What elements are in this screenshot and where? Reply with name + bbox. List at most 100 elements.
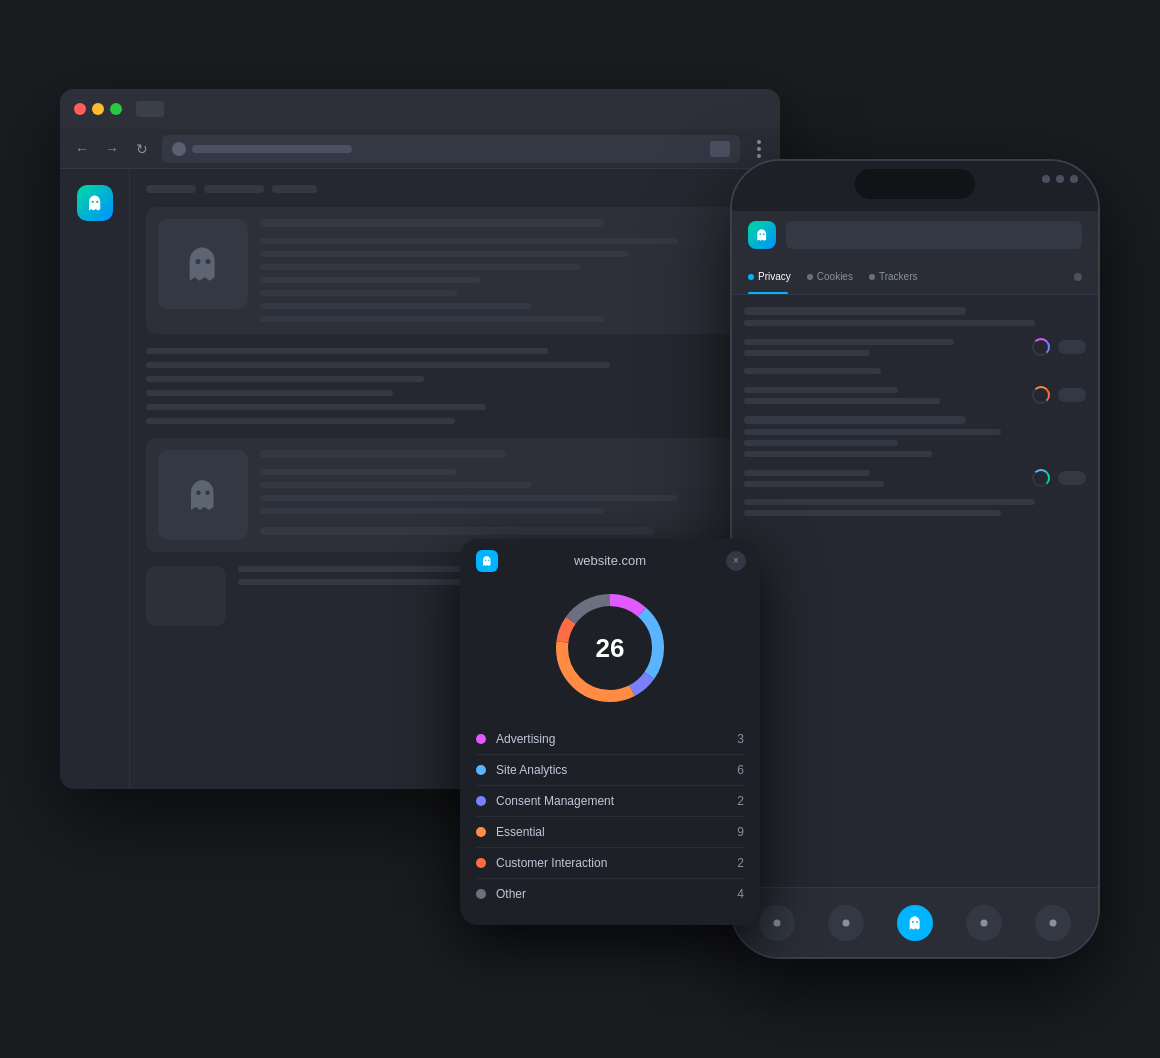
ghost-favicon — [172, 142, 186, 156]
maximize-button[interactable] — [110, 103, 122, 115]
list-item-consent[interactable]: Consent Management 2 — [476, 785, 744, 816]
browser-titlebar — [60, 89, 780, 129]
content-block-1 — [146, 207, 764, 334]
content-card-2 — [146, 438, 764, 552]
tabs-more-dot — [1074, 273, 1082, 281]
list-item-essential[interactable]: Essential 9 — [476, 816, 744, 847]
tab-active-underline — [748, 292, 788, 294]
skeleton-bar — [146, 418, 455, 424]
phone-notch-area — [732, 161, 1098, 211]
phone-status-icons — [1042, 175, 1078, 183]
phone-notch — [855, 169, 975, 199]
skeleton-bar — [260, 277, 481, 283]
skeleton-bar — [744, 416, 966, 424]
phone-ghost-svg — [755, 228, 769, 242]
skeleton-bar — [744, 470, 870, 476]
skeleton-bar — [146, 348, 548, 354]
skeleton-bar — [260, 316, 604, 322]
toggle-label-group-2 — [744, 387, 1024, 404]
content-card-1 — [146, 207, 764, 334]
customer-count: 2 — [737, 856, 744, 870]
popup-header: website.com × — [460, 539, 760, 578]
skeleton-bar — [744, 350, 870, 356]
skeleton-group-2 — [146, 348, 764, 424]
skeleton-bar — [146, 404, 486, 410]
skeleton-bar — [260, 527, 654, 535]
skeleton-bar — [744, 320, 1035, 326]
ghost-placeholder-1 — [158, 219, 248, 309]
toggle-switch-2[interactable] — [1058, 388, 1086, 402]
advertising-label: Advertising — [496, 732, 737, 746]
tab-privacy[interactable]: Privacy — [748, 271, 791, 282]
skeleton-bar — [744, 387, 898, 393]
tab-cookies[interactable]: Cookies — [807, 271, 853, 282]
nav-icon-1 — [770, 916, 784, 930]
browser-toolbar: ← → ↻ — [60, 129, 780, 169]
back-button[interactable]: ← — [72, 139, 92, 159]
skeleton-bar — [744, 451, 932, 457]
skeleton-bar — [744, 510, 1001, 516]
menu-dot — [757, 154, 761, 158]
menu-dot — [757, 147, 761, 151]
toggle-row-3 — [744, 467, 1086, 489]
status-dot — [1070, 175, 1078, 183]
toggle-switch-3[interactable] — [1058, 471, 1086, 485]
skeleton-bar — [260, 508, 604, 514]
tab-trackers[interactable]: Trackers — [869, 271, 918, 282]
essential-count: 9 — [737, 825, 744, 839]
nav-item-1[interactable] — [759, 905, 795, 941]
svg-point-3 — [1050, 919, 1057, 926]
nav-item-ghost[interactable] — [897, 905, 933, 941]
forward-button[interactable]: → — [102, 139, 122, 159]
phone-address-bar[interactable] — [786, 221, 1082, 249]
skeleton-bar — [744, 499, 1035, 505]
nav-item-5[interactable] — [1035, 905, 1071, 941]
list-item-customer[interactable]: Customer Interaction 2 — [476, 847, 744, 878]
tab-skeleton — [204, 185, 264, 193]
skeleton-bar — [744, 339, 954, 345]
skeleton-bar — [260, 219, 604, 227]
phone-section-1 — [744, 307, 1086, 326]
close-button[interactable] — [74, 103, 86, 115]
list-item-advertising[interactable]: Advertising 3 — [476, 724, 744, 754]
minimize-button[interactable] — [92, 103, 104, 115]
list-item-other[interactable]: Other 4 — [476, 878, 744, 909]
skeleton-bar — [744, 481, 884, 487]
popup-card: website.com × — [460, 539, 760, 925]
phone-content: Privacy Cookies Trackers — [732, 211, 1098, 887]
toggle-switch-1[interactable] — [1058, 340, 1086, 354]
skeleton-bar — [744, 398, 940, 404]
popup-ghost-logo — [476, 550, 498, 572]
tab-skeleton — [272, 185, 317, 193]
skeleton-bar — [260, 238, 678, 244]
address-bar[interactable] — [162, 135, 740, 163]
ghost-logo[interactable] — [77, 185, 113, 221]
phone-header — [732, 211, 1098, 259]
consent-label: Consent Management — [496, 794, 737, 808]
skeleton-lines-1 — [260, 219, 752, 322]
nav-item-2[interactable] — [828, 905, 864, 941]
loading-spinner-2 — [1032, 386, 1050, 404]
skeleton-bar — [260, 290, 457, 296]
skeleton-bar — [260, 450, 506, 458]
phone-frame: Privacy Cookies Trackers — [730, 159, 1100, 959]
toggle-label-group-3 — [744, 470, 1024, 487]
nav-item-4[interactable] — [966, 905, 1002, 941]
toggle-row-2 — [744, 384, 1086, 406]
browser-menu-button[interactable] — [750, 140, 768, 158]
window-tab-btn — [136, 101, 164, 117]
content-card-small — [146, 566, 226, 626]
tabs-row — [146, 185, 764, 193]
loading-spinner-3 — [1032, 469, 1050, 487]
phone-ghost-logo[interactable] — [748, 221, 776, 249]
ghost-placeholder-icon-2 — [185, 477, 221, 513]
consent-count: 2 — [737, 794, 744, 808]
popup-close-button[interactable]: × — [726, 551, 746, 571]
ghost-svg-icon — [86, 194, 104, 212]
scene: ← → ↻ — [30, 39, 1130, 1019]
skeleton-lines-2 — [260, 450, 752, 540]
list-item-site-analytics[interactable]: Site Analytics 6 — [476, 754, 744, 785]
reload-button[interactable]: ↻ — [132, 139, 152, 159]
loading-spinner-1 — [1032, 338, 1050, 356]
skeleton-bar — [260, 264, 580, 270]
